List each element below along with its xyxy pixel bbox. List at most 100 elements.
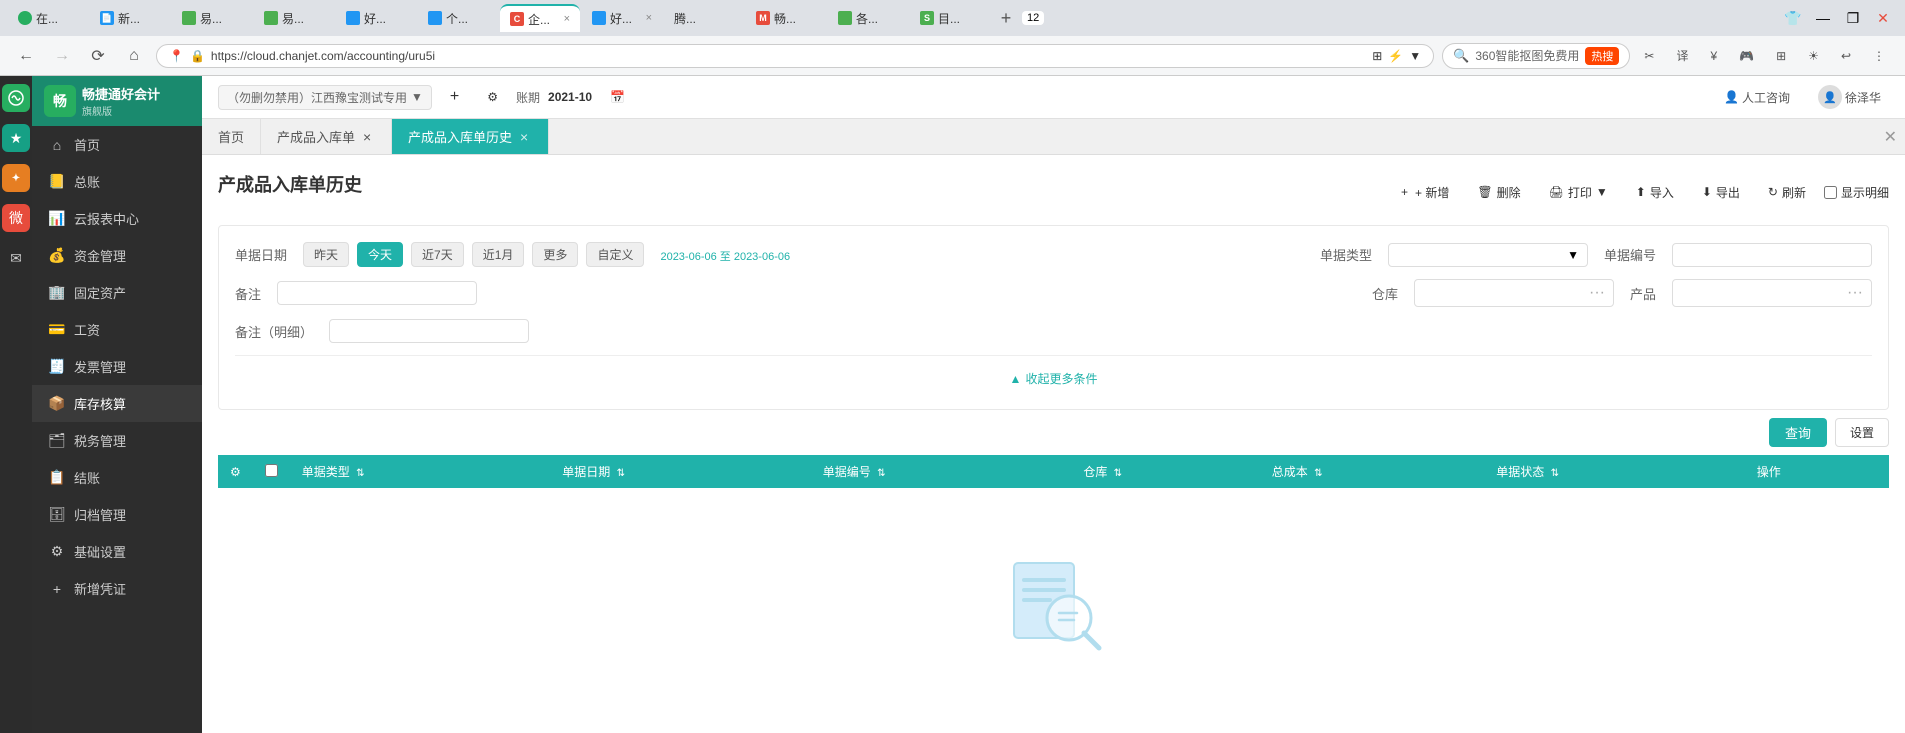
tab-7-close-icon[interactable]: × bbox=[564, 13, 570, 25]
page-close-button[interactable]: ✕ bbox=[1884, 127, 1897, 147]
browser-tab-9[interactable]: 腾... bbox=[664, 4, 744, 32]
sidebar-item-invoice[interactable]: 🧾发票管理 bbox=[32, 348, 202, 385]
show-detail-checkbox[interactable] bbox=[1824, 186, 1837, 199]
add-button[interactable]: + + 新增 bbox=[1391, 180, 1459, 205]
sidebar-item-fixed-asset[interactable]: 🏢固定资产 bbox=[32, 274, 202, 311]
sidebar-item-settings[interactable]: ⚙基础设置 bbox=[32, 533, 202, 570]
tab-8-close-icon[interactable]: × bbox=[646, 12, 652, 24]
import-button[interactable]: ⬆ 导入 bbox=[1626, 180, 1684, 205]
period-value: 2021-10 bbox=[548, 90, 592, 104]
warehouse-dots[interactable]: ··· bbox=[1589, 284, 1605, 302]
sidebar-item-tax[interactable]: 🗂税务管理 bbox=[32, 422, 202, 459]
date-today-btn[interactable]: 今天 bbox=[357, 242, 403, 267]
print-button[interactable]: 🖨 打印 ▼ bbox=[1539, 180, 1618, 205]
sidebar-item-home[interactable]: ⌂首页 bbox=[32, 126, 202, 163]
browser-tab-8[interactable]: 好... × bbox=[582, 4, 662, 32]
strip-icon-3[interactable]: ✦ bbox=[2, 164, 30, 192]
th-warehouse[interactable]: 仓库 ⇅ bbox=[1071, 455, 1259, 488]
strip-icon-2[interactable]: ★ bbox=[2, 124, 30, 152]
browser-tab-4[interactable]: 易... bbox=[254, 4, 334, 32]
tab-product-inbound-history[interactable]: 产成品入库单历史 × bbox=[392, 119, 549, 154]
translate-btn[interactable]: 译 bbox=[1668, 45, 1696, 66]
filter-row-2: 备注 仓库 ··· 产品 ··· bbox=[235, 279, 1872, 307]
filter-row-3: 备注（明细） bbox=[235, 319, 1872, 343]
content-header: （勿删勿禁用）江西豫宝测试专用 ▼ + ⚙ 账期 2021-10 📅 👤 人工咨… bbox=[202, 76, 1905, 119]
shirt-icon[interactable]: 👕 bbox=[1779, 4, 1807, 32]
th-doc-type[interactable]: 单据类型 ⇅ bbox=[290, 455, 551, 488]
doc-type-select[interactable]: ▼ bbox=[1388, 243, 1588, 267]
warehouse-input[interactable] bbox=[1423, 286, 1585, 300]
strip-icon-5[interactable]: ✉ bbox=[2, 244, 30, 272]
back-button[interactable]: ← bbox=[12, 42, 40, 70]
product-input-area: ··· bbox=[1672, 279, 1872, 307]
sidebar-item-fund[interactable]: 💰资金管理 bbox=[32, 237, 202, 274]
browser-tab-7[interactable]: C 企... × bbox=[500, 4, 580, 32]
th-status[interactable]: 单据状态 ⇅ bbox=[1484, 455, 1745, 488]
theme-btn[interactable]: ☀ bbox=[1800, 47, 1827, 65]
forward-button[interactable]: → bbox=[48, 42, 76, 70]
close-button[interactable]: ✕ bbox=[1869, 4, 1897, 32]
settings-button[interactable]: 设置 bbox=[1835, 418, 1889, 447]
product-dots[interactable]: ··· bbox=[1847, 284, 1863, 302]
tab-product-inbound[interactable]: 产成品入库单 × bbox=[261, 119, 392, 154]
more-btn[interactable]: ⋮ bbox=[1865, 47, 1893, 65]
browser-tab-6[interactable]: 个... bbox=[418, 4, 498, 32]
calendar-icon[interactable]: 📅 bbox=[600, 86, 635, 108]
strip-icon-1[interactable] bbox=[2, 84, 30, 112]
date-7days-btn[interactable]: 近7天 bbox=[411, 242, 464, 267]
service-button[interactable]: 👤 人工咨询 bbox=[1716, 86, 1798, 109]
browser-tab-10[interactable]: M 畅... bbox=[746, 4, 826, 32]
sidebar-item-ledger[interactable]: 📒总账 bbox=[32, 163, 202, 200]
sidebar-item-payroll[interactable]: 💳工资 bbox=[32, 311, 202, 348]
minimize-button[interactable]: — bbox=[1809, 4, 1837, 32]
refresh-button[interactable]: ⟳ bbox=[84, 42, 112, 70]
th-check[interactable] bbox=[253, 455, 290, 488]
date-1month-btn[interactable]: 近1月 bbox=[472, 242, 525, 267]
doc-no-input[interactable] bbox=[1672, 243, 1872, 267]
new-tab-button[interactable]: + bbox=[992, 4, 1020, 32]
collapse-button[interactable]: ▲ 收起更多条件 bbox=[1004, 364, 1104, 393]
account-selector[interactable]: （勿删勿禁用）江西豫宝测试专用 ▼ bbox=[218, 85, 432, 110]
tab-home[interactable]: 首页 bbox=[202, 119, 261, 154]
date-custom-btn[interactable]: 自定义 bbox=[586, 242, 644, 267]
add-account-button[interactable]: + bbox=[440, 84, 469, 110]
url-bar[interactable]: 📍 🔒 https://cloud.chanjet.com/accounting… bbox=[156, 44, 1434, 68]
home-button[interactable]: ⌂ bbox=[120, 42, 148, 70]
game-btn[interactable]: 🎮 bbox=[1731, 47, 1762, 65]
th-doc-no[interactable]: 单据编号 ⇅ bbox=[811, 455, 1072, 488]
user-profile[interactable]: 👤 徐泽华 bbox=[1810, 82, 1889, 112]
sidebar-item-cloud-report[interactable]: 📊云报表中心 bbox=[32, 200, 202, 237]
browser-tab-2[interactable]: 📄 新... bbox=[90, 4, 170, 32]
grid-btn[interactable]: ⊞ bbox=[1768, 47, 1794, 65]
browser-tab-11[interactable]: 各... bbox=[828, 4, 908, 32]
product-input[interactable] bbox=[1681, 286, 1843, 300]
th-doc-date[interactable]: 单据日期 ⇅ bbox=[550, 455, 811, 488]
sidebar-item-newbill[interactable]: +新增凭证 bbox=[32, 570, 202, 607]
query-button[interactable]: 查询 bbox=[1769, 418, 1827, 447]
refresh-button[interactable]: ↻ 刷新 bbox=[1758, 180, 1816, 205]
export-button[interactable]: ⬇ 导出 bbox=[1692, 180, 1750, 205]
settings-account-button[interactable]: ⚙ bbox=[477, 86, 508, 108]
browser-tab-1[interactable]: 在... bbox=[8, 4, 88, 32]
restore-button[interactable]: ❐ bbox=[1839, 4, 1867, 32]
browser-tab-5[interactable]: 好... bbox=[336, 4, 416, 32]
note-input[interactable] bbox=[277, 281, 477, 305]
tab-history-close[interactable]: × bbox=[516, 129, 532, 145]
date-yesterday-btn[interactable]: 昨天 bbox=[303, 242, 349, 267]
sidebar-item-inventory[interactable]: 📦库存核算 bbox=[32, 385, 202, 422]
select-all-checkbox[interactable] bbox=[265, 464, 278, 477]
th-total-cost[interactable]: 总成本 ⇅ bbox=[1260, 455, 1484, 488]
scissors-btn[interactable]: ✂ bbox=[1636, 47, 1662, 65]
delete-button[interactable]: 🗑 删除 bbox=[1467, 180, 1530, 205]
sidebar-item-archive[interactable]: 🗄归档管理 bbox=[32, 496, 202, 533]
th-gear[interactable]: ⚙ bbox=[218, 455, 253, 488]
undo-btn[interactable]: ↩ bbox=[1833, 47, 1859, 65]
strip-icon-4[interactable]: 微 bbox=[2, 204, 30, 232]
currency-btn[interactable]: ¥ bbox=[1702, 47, 1725, 65]
browser-tab-3[interactable]: 易... bbox=[172, 4, 252, 32]
browser-tab-12[interactable]: S 目... bbox=[910, 4, 990, 32]
detail-note-input[interactable] bbox=[329, 319, 529, 343]
sidebar-item-checkout[interactable]: 📋结账 bbox=[32, 459, 202, 496]
date-more-btn[interactable]: 更多 bbox=[532, 242, 578, 267]
tab-product-inbound-close[interactable]: × bbox=[359, 129, 375, 145]
